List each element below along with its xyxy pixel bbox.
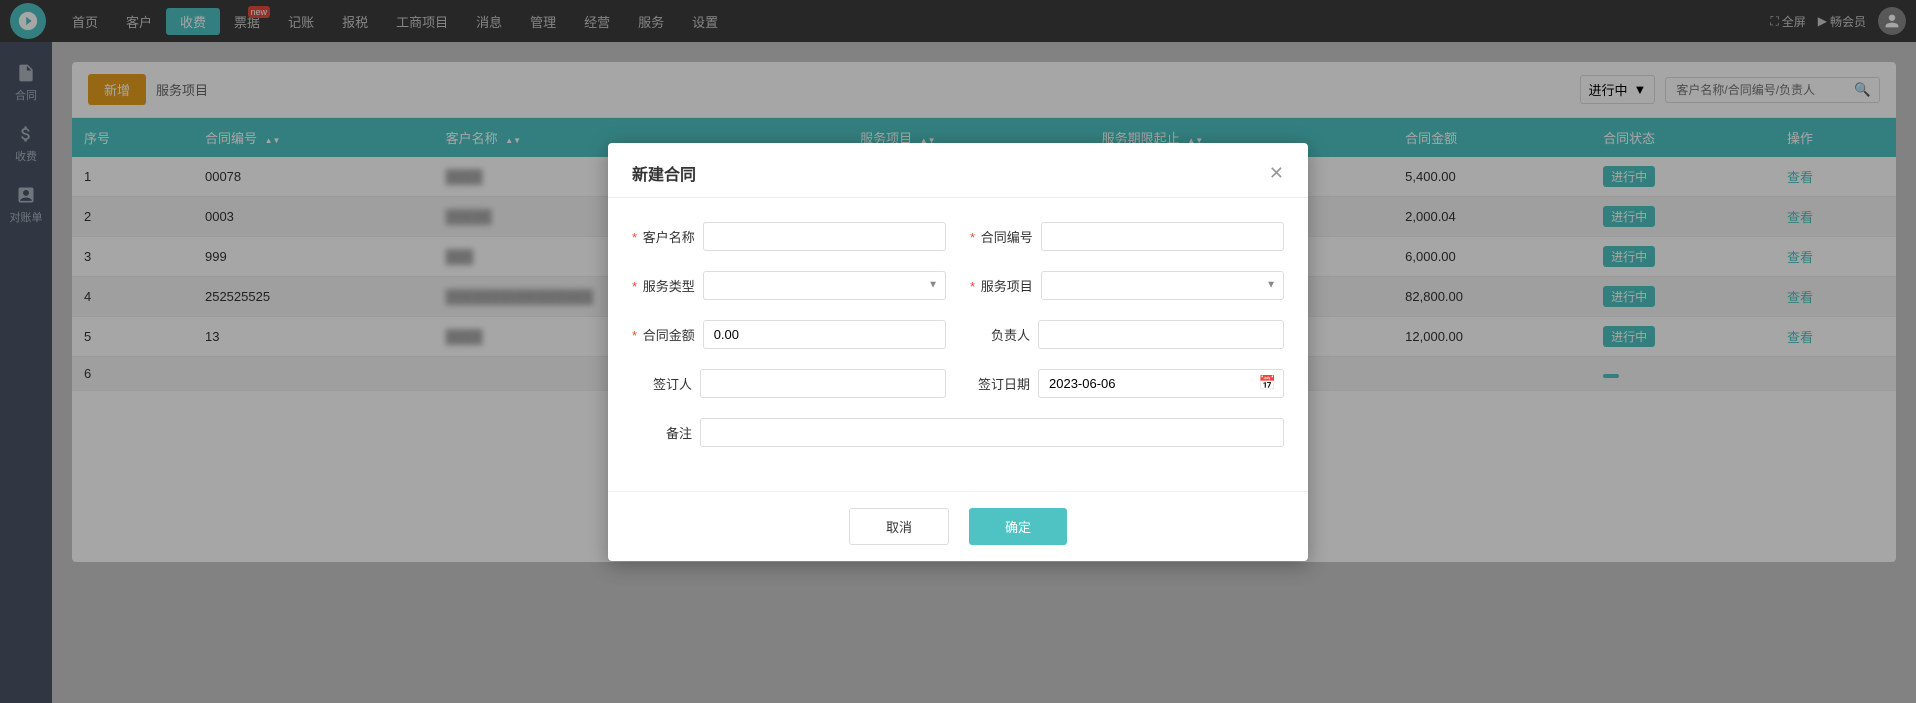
signer-label: 签订人 <box>632 374 692 393</box>
modal-title: 新建合同 <box>632 161 696 185</box>
sign-date-wrap: 📅 <box>1038 369 1284 398</box>
form-row-2: * 服务类型 * 服务项目 <box>632 271 1284 300</box>
form-group-contract-no: * 合同编号 <box>970 222 1284 251</box>
modal-body: * 客户名称 * 合同编号 * 服 <box>608 198 1308 491</box>
form-row-5: 备注 <box>632 418 1284 447</box>
sign-date-input[interactable] <box>1038 369 1284 398</box>
responsible-label: 负责人 <box>970 325 1030 344</box>
form-row-4: 签订人 签订日期 📅 <box>632 369 1284 398</box>
modal-overlay: 新建合同 ✕ * 客户名称 * 合同编号 <box>0 0 1916 703</box>
customer-name-input[interactable] <box>703 222 946 251</box>
contract-amount-input[interactable] <box>703 320 946 349</box>
confirm-button[interactable]: 确定 <box>969 508 1067 545</box>
contract-no-label: * 合同编号 <box>970 227 1033 246</box>
new-contract-modal: 新建合同 ✕ * 客户名称 * 合同编号 <box>608 143 1308 561</box>
form-row-1: * 客户名称 * 合同编号 <box>632 222 1284 251</box>
form-group-customer: * 客户名称 <box>632 222 946 251</box>
remark-input[interactable] <box>700 418 1284 447</box>
signer-input[interactable] <box>700 369 946 398</box>
modal-close-button[interactable]: ✕ <box>1269 164 1284 182</box>
service-type-select-wrap <box>703 271 946 300</box>
customer-label: * 客户名称 <box>632 227 695 246</box>
form-group-remark: 备注 <box>632 418 1284 447</box>
form-group-signer: 签订人 <box>632 369 946 398</box>
form-group-service-item: * 服务项目 <box>970 271 1284 300</box>
modal-footer: 取消 确定 <box>608 491 1308 561</box>
responsible-input[interactable] <box>1038 320 1284 349</box>
sign-date-label: 签订日期 <box>970 374 1030 393</box>
form-group-sign-date: 签订日期 📅 <box>970 369 1284 398</box>
modal-header: 新建合同 ✕ <box>608 143 1308 198</box>
form-group-amount: * 合同金额 <box>632 320 946 349</box>
form-group-responsible: 负责人 <box>970 320 1284 349</box>
service-item-select-wrap <box>1041 271 1284 300</box>
cancel-button[interactable]: 取消 <box>849 508 949 545</box>
calendar-icon[interactable]: 📅 <box>1259 375 1276 392</box>
service-item-label: * 服务项目 <box>970 276 1033 295</box>
service-type-label: * 服务类型 <box>632 276 695 295</box>
form-row-3: * 合同金额 负责人 <box>632 320 1284 349</box>
form-group-service-type: * 服务类型 <box>632 271 946 300</box>
service-item-select[interactable] <box>1041 271 1284 300</box>
remark-label: 备注 <box>632 423 692 442</box>
amount-label: * 合同金额 <box>632 325 695 344</box>
contract-no-input[interactable] <box>1041 222 1284 251</box>
service-type-select[interactable] <box>703 271 946 300</box>
